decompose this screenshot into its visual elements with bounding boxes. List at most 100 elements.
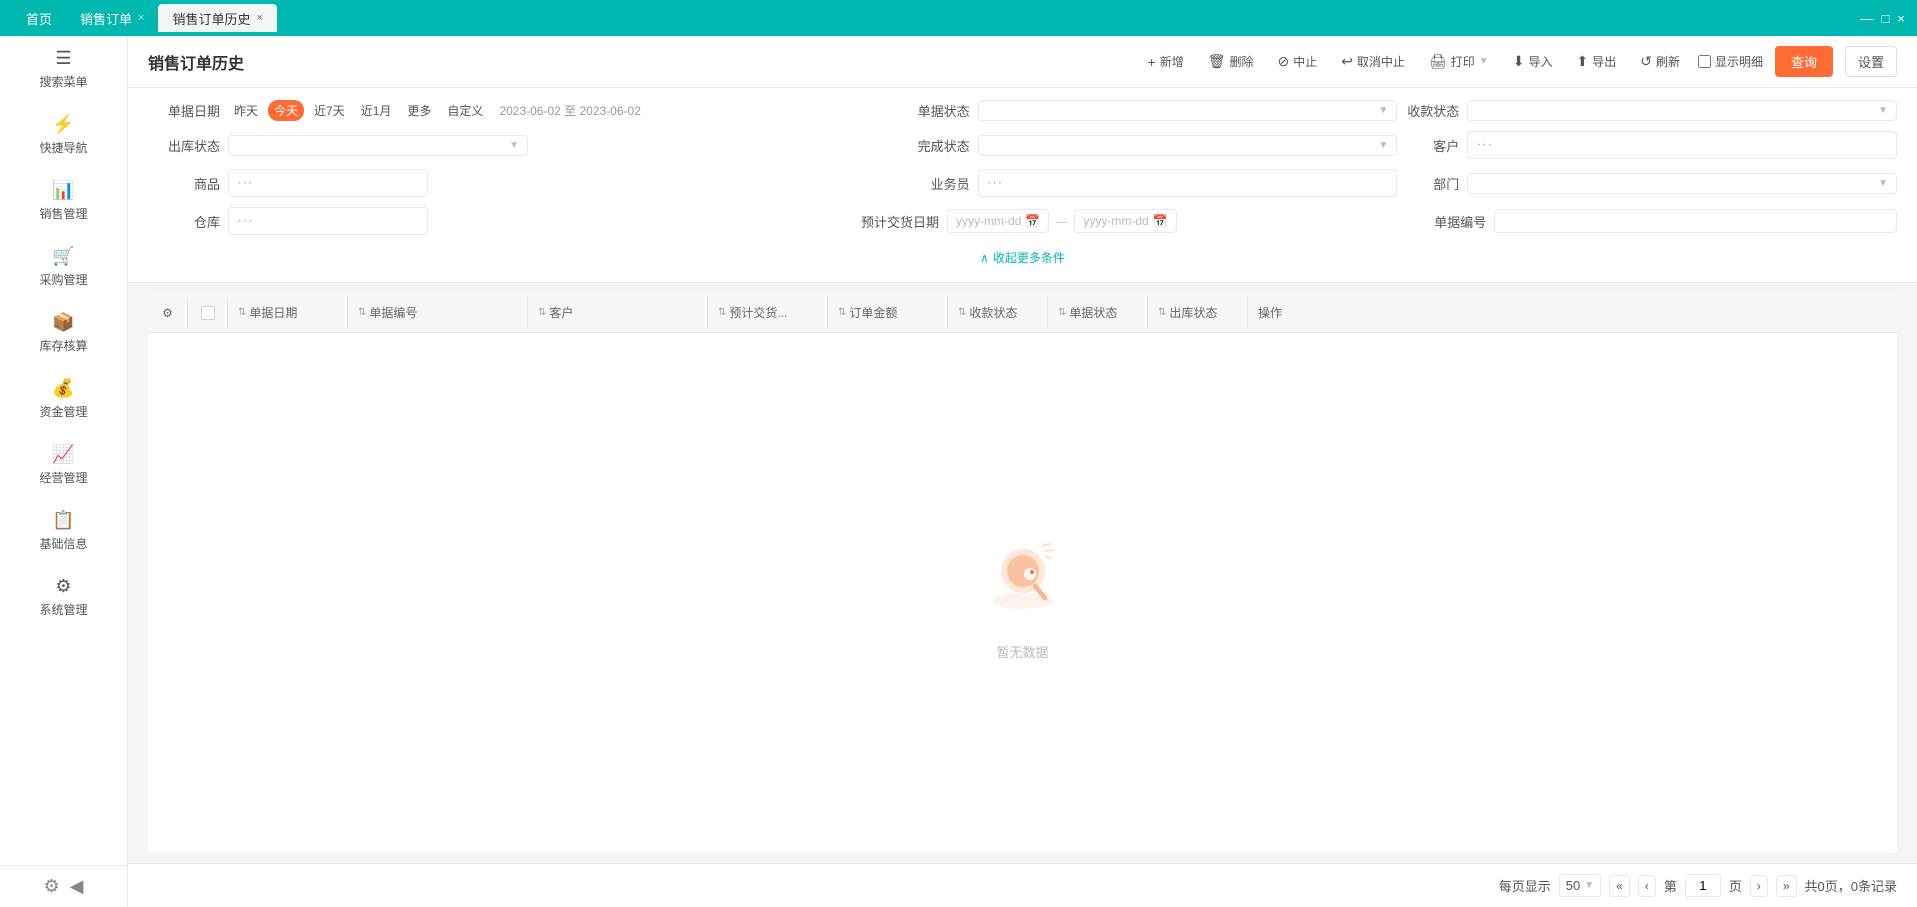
- th-action: 操作: [1248, 296, 1897, 329]
- th-delivery-date[interactable]: ⇅ 预计交货...: [708, 296, 828, 329]
- doc-date-control: 昨天 今天 近7天 近1月 更多 自定义 2023-06-02 至 2023-0…: [228, 100, 898, 121]
- complete-status-select[interactable]: ▼: [978, 135, 1398, 156]
- query-button[interactable]: 查询: [1775, 46, 1833, 77]
- th-customer-label: 客户: [549, 304, 573, 321]
- capital-mgmt-icon: 💰: [52, 378, 74, 399]
- gear-icon: ⚙: [162, 306, 173, 320]
- complete-status-label: 完成状态: [898, 136, 978, 155]
- salesperson-input[interactable]: ···: [978, 169, 1398, 197]
- toolbar: + 新增 🗑 删除 ⊘ 中止 ↩ 取消中止 🖨 打印: [1142, 46, 1898, 77]
- filter-receipt-status: 收款状态 ▼: [1397, 100, 1897, 121]
- receipt-status-chevron: ▼: [1878, 105, 1888, 116]
- th-doc-status[interactable]: ⇅ 单据状态: [1048, 296, 1148, 329]
- tab-sales-order[interactable]: 销售订单 ×: [66, 4, 158, 32]
- tab-sales-history[interactable]: 销售订单历史 ×: [158, 4, 276, 32]
- print-button[interactable]: 🖨 打印 ▼: [1423, 49, 1495, 74]
- th-doc-date[interactable]: ⇅ 单据日期: [228, 296, 348, 329]
- add-button[interactable]: + 新增: [1142, 49, 1190, 74]
- th-out-status[interactable]: ⇅ 出库状态: [1148, 296, 1248, 329]
- first-page-btn[interactable]: «: [1609, 875, 1630, 897]
- date-btn-more[interactable]: 更多: [401, 100, 437, 121]
- sys-mgmt-icon: ⚙: [55, 576, 71, 597]
- stop-button[interactable]: ⊘ 中止: [1272, 49, 1324, 74]
- customer-input[interactable]: ···: [1467, 131, 1897, 159]
- top-bar: 首页 销售订单 × 销售订单历史 × — □ ×: [0, 0, 1917, 36]
- th-doc-date-label: 单据日期: [249, 304, 297, 321]
- select-all-checkbox[interactable]: [201, 306, 215, 320]
- date-btn-yesterday[interactable]: 昨天: [228, 100, 264, 121]
- display-columns-toggle[interactable]: 显示明细: [1698, 53, 1763, 70]
- tab-sales-order-close[interactable]: ×: [138, 12, 144, 24]
- refresh-button[interactable]: ↺ 刷新: [1634, 49, 1686, 74]
- sidebar-item-capital-mgmt[interactable]: 💰 资金管理: [0, 366, 127, 432]
- filter-doc-date: 单据日期 昨天 今天 近7天 近1月 更多 自定义 2023-06-02 至 2…: [148, 100, 898, 121]
- sidebar-item-quick-nav-label: 快捷导航: [39, 139, 87, 156]
- sidebar-item-quick-nav[interactable]: ⚡ 快捷导航: [0, 102, 127, 168]
- display-columns-checkbox[interactable]: [1698, 55, 1711, 68]
- th-check[interactable]: [188, 298, 228, 328]
- ops-mgmt-icon: 📈: [52, 444, 74, 465]
- doc-date-label: 单据日期: [148, 101, 228, 120]
- page-size-select[interactable]: 50 ▼: [1559, 874, 1601, 897]
- cancel-stop-button[interactable]: ↩ 取消中止: [1335, 49, 1411, 74]
- minimize-btn[interactable]: —: [1861, 11, 1874, 26]
- settings-button[interactable]: 设置: [1845, 46, 1897, 77]
- sidebar-item-sales-mgmt[interactable]: 📊 销售管理: [0, 168, 127, 234]
- out-status-select[interactable]: ▼: [228, 135, 528, 156]
- sidebar-item-inventory[interactable]: 📦 库存核算: [0, 300, 127, 366]
- sidebar-collapse-icon[interactable]: ◀: [70, 876, 84, 897]
- export-button[interactable]: ⬆ 导出: [1570, 49, 1622, 74]
- doc-status-label: 单据状态: [898, 101, 978, 120]
- delivery-date-end[interactable]: yyyy-mm-dd 📅: [1074, 209, 1176, 233]
- inventory-icon: 📦: [52, 312, 74, 333]
- sidebar-settings-icon[interactable]: ⚙: [44, 876, 60, 897]
- current-page-input[interactable]: [1685, 874, 1721, 897]
- total-info: 共0页，0条记录: [1805, 876, 1897, 895]
- import-button[interactable]: ⬇ 导入: [1507, 49, 1559, 74]
- add-label: 新增: [1160, 53, 1184, 70]
- sidebar-item-base-info[interactable]: 📋 基础信息: [0, 498, 127, 564]
- doc-no-input[interactable]: [1494, 209, 1897, 233]
- warehouse-input[interactable]: ···: [228, 207, 428, 235]
- doc-status-select[interactable]: ▼: [978, 100, 1398, 121]
- import-icon: ⬇: [1513, 53, 1525, 70]
- th-gear[interactable]: ⚙: [148, 298, 188, 328]
- salesperson-label: 业务员: [898, 174, 978, 193]
- th-customer[interactable]: ⇅ 客户: [528, 296, 708, 329]
- tab-home[interactable]: 首页: [12, 9, 66, 28]
- sidebar-item-ops-mgmt[interactable]: 📈 经营管理: [0, 432, 127, 498]
- stop-label: 中止: [1293, 53, 1317, 70]
- date-btn-today[interactable]: 今天: [268, 100, 304, 121]
- tab-sales-history-close[interactable]: ×: [256, 12, 262, 24]
- sidebar-item-purchase-mgmt[interactable]: 🛒 采购管理: [0, 234, 127, 300]
- jump-label: 第: [1664, 876, 1677, 895]
- sort-icon-doc-status: ⇅: [1058, 307, 1066, 318]
- product-input[interactable]: ···: [228, 169, 428, 197]
- cancel-stop-label: 取消中止: [1357, 53, 1405, 70]
- filter-customer: 客户 ···: [1397, 131, 1897, 159]
- th-receipt-status[interactable]: ⇅ 收款状态: [948, 296, 1048, 329]
- import-label: 导入: [1528, 53, 1552, 70]
- last-page-btn[interactable]: »: [1776, 875, 1797, 897]
- th-amount[interactable]: ⇅ 订单金额: [828, 296, 948, 329]
- page-size-chevron: ▼: [1584, 880, 1594, 891]
- date-btn-last1month[interactable]: 近1月: [355, 100, 398, 121]
- delete-button[interactable]: 🗑 删除: [1202, 49, 1260, 74]
- delivery-date-start[interactable]: yyyy-mm-dd 📅: [947, 209, 1049, 233]
- sort-icon-customer: ⇅: [538, 307, 546, 318]
- close-window-btn[interactable]: ×: [1897, 11, 1905, 26]
- date-btn-last7[interactable]: 近7天: [308, 100, 351, 121]
- base-info-icon: 📋: [52, 510, 74, 531]
- prev-page-btn[interactable]: ‹: [1638, 875, 1656, 897]
- department-select[interactable]: ▼: [1467, 173, 1897, 194]
- collapse-button[interactable]: ∧ 收起更多条件: [148, 245, 1897, 270]
- sidebar-item-sys-mgmt[interactable]: ⚙ 系统管理: [0, 564, 127, 630]
- maximize-btn[interactable]: □: [1882, 11, 1890, 26]
- date-btn-custom[interactable]: 自定义: [441, 100, 489, 121]
- sidebar-item-search-menu[interactable]: ☰ 搜索菜单: [0, 36, 127, 102]
- filter-row-4: 仓库 ··· 预计交货日期 yyyy-mm-dd 📅 — yyyy-mm-dd …: [148, 207, 1897, 235]
- th-doc-no[interactable]: ⇅ 单据编号: [348, 296, 528, 329]
- receipt-status-select[interactable]: ▼: [1467, 100, 1897, 121]
- print-label: 打印: [1451, 53, 1475, 70]
- next-page-btn[interactable]: ›: [1750, 875, 1768, 897]
